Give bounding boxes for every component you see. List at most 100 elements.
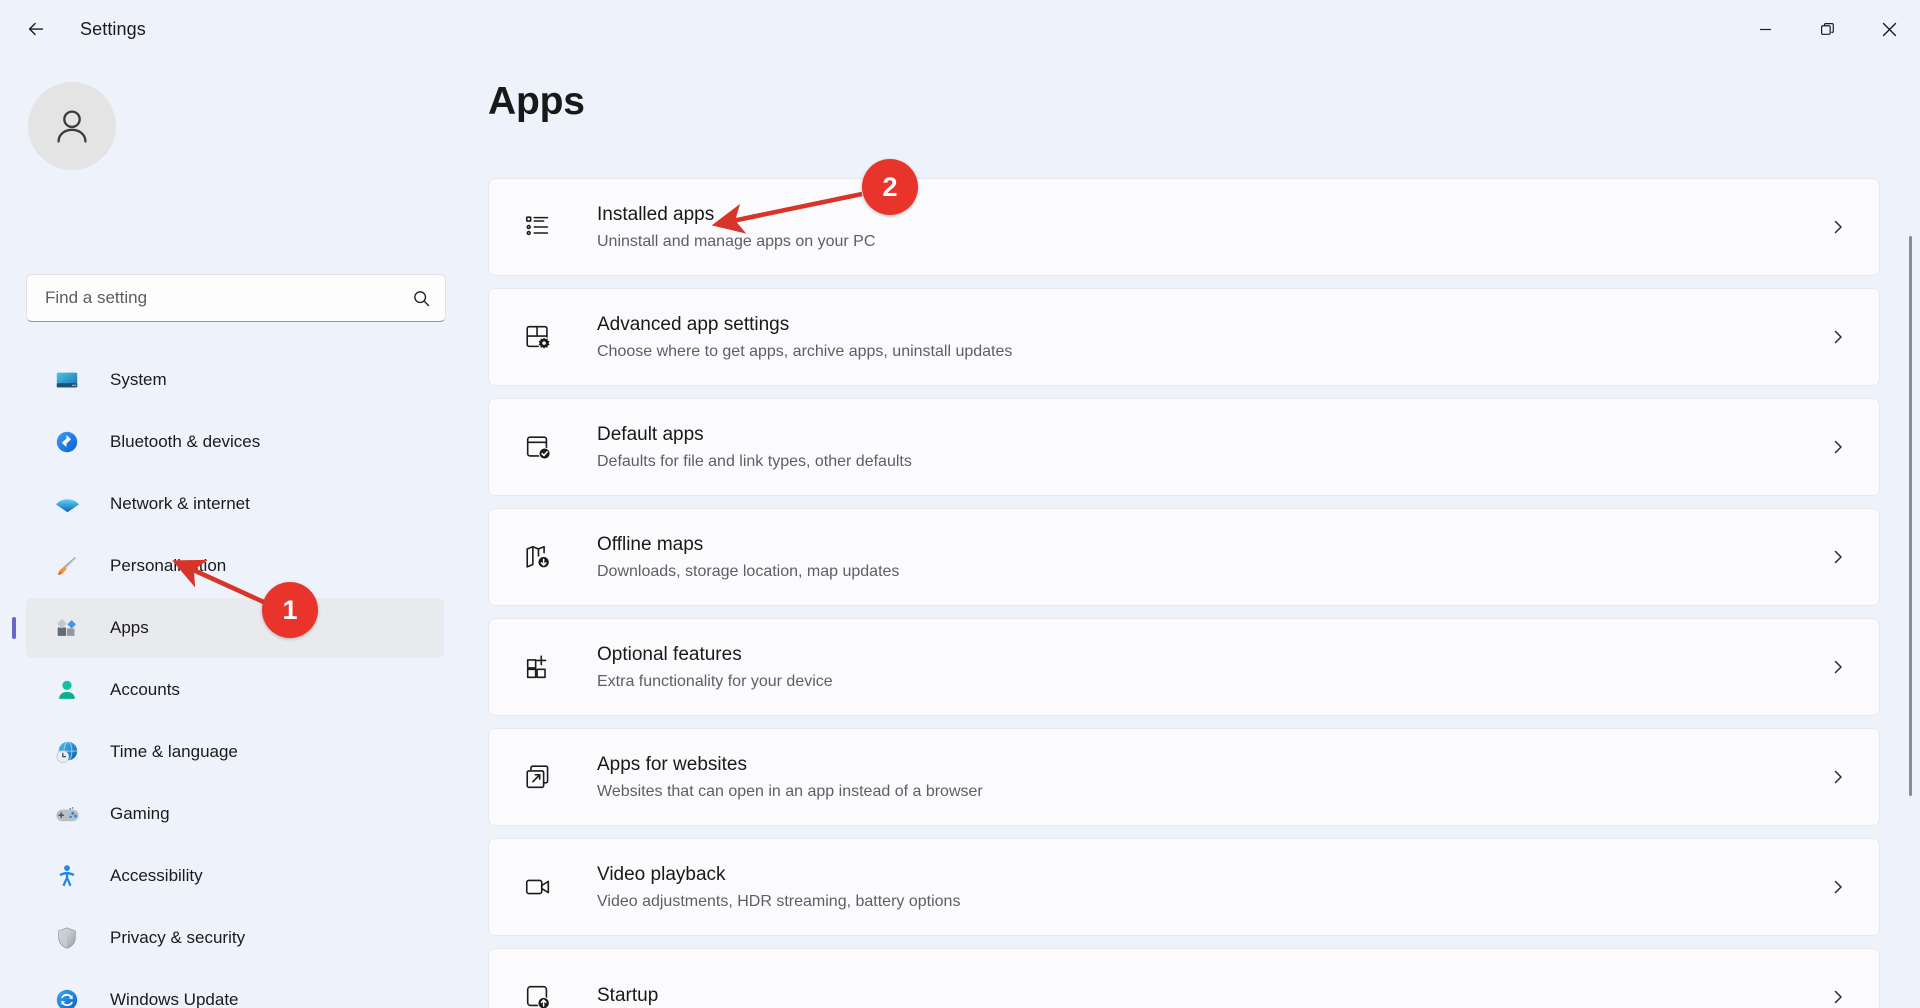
apps-for-websites-icon [521,760,555,794]
back-arrow-icon [28,22,44,36]
offline-maps-icon [521,540,555,574]
restore-icon [1820,22,1834,35]
scrollbar-thumb[interactable] [1908,236,1912,796]
row-startup[interactable]: Startup [488,948,1880,1008]
close-button[interactable] [1858,0,1920,58]
sidebar-item-label: Accounts [110,680,180,699]
row-offline-maps[interactable]: Offline maps Downloads, storage location… [488,508,1880,606]
sidebar-item-time-language[interactable]: Time & language [26,722,444,782]
search-field[interactable] [26,274,446,322]
system-monitor-icon [52,365,82,395]
sidebar-item-system[interactable]: System [26,350,444,410]
chevron-right-icon [1823,439,1853,455]
row-default-apps[interactable]: Default apps Defaults for file and link … [488,398,1880,496]
row-subtitle: Websites that can open in an app instead… [597,782,983,800]
search-icon [414,290,430,306]
globe-clock-icon [52,737,82,767]
row-text: Advanced app settings Choose where to ge… [597,312,1823,362]
row-installed-apps[interactable]: Installed apps Uninstall and manage apps… [488,178,1880,276]
row-title: Video playback [597,863,726,885]
sidebar-item-personalization[interactable]: Personalization [26,536,444,596]
bluetooth-icon [52,427,82,457]
row-optional-features[interactable]: Optional features Extra functionality fo… [488,618,1880,716]
sidebar-item-label: Bluetooth & devices [110,432,261,451]
accessibility-icon [52,861,82,891]
paintbrush-icon [52,551,82,581]
row-video-playback[interactable]: Video playback Video adjustments, HDR st… [488,838,1880,936]
advanced-app-settings-icon [521,320,555,354]
row-title: Apps for websites [597,753,747,775]
sidebar-nav: System Bluetooth & devices Network & int… [0,350,470,1008]
sidebar-item-label: Windows Update [110,990,239,1008]
content-scrollbar[interactable] [1904,236,1916,1008]
gamepad-icon [52,799,82,829]
row-text: Offline maps Downloads, storage location… [597,532,1823,582]
minimize-icon [1759,28,1771,30]
row-subtitle: Choose where to get apps, archive apps, … [597,342,1013,360]
row-text: Optional features Extra functionality fo… [597,642,1823,692]
window-controls [1734,0,1920,58]
row-text: Default apps Defaults for file and link … [597,422,1823,472]
update-refresh-icon [52,985,82,1008]
row-title: Optional features [597,643,742,665]
selection-indicator [12,617,16,639]
sidebar-item-label: Privacy & security [110,928,246,947]
sidebar-item-gaming[interactable]: Gaming [26,784,444,844]
video-camera-icon [521,870,555,904]
shield-icon [52,923,82,953]
sidebar: System Bluetooth & devices [0,58,470,1008]
chevron-right-icon [1823,879,1853,895]
startup-icon [521,980,555,1008]
account-person-icon [52,675,82,705]
default-apps-check-icon [521,430,555,464]
row-text: Video playback Video adjustments, HDR st… [597,862,1823,912]
row-subtitle: Defaults for file and link types, other … [597,452,912,470]
wifi-icon [52,489,82,519]
row-title: Offline maps [597,533,704,555]
sidebar-item-privacy-security[interactable]: Privacy & security [26,908,444,968]
sidebar-item-label: Gaming [110,804,170,823]
window-title: Settings [80,18,146,39]
sidebar-item-windows-update[interactable]: Windows Update [26,970,444,1008]
page-title: Apps [488,80,585,123]
row-subtitle: Uninstall and manage apps on your PC [597,232,876,250]
sidebar-item-apps[interactable]: Apps [12,598,444,658]
back-button[interactable] [14,10,58,48]
sidebar-item-accounts[interactable]: Accounts [26,660,444,720]
row-text: Apps for websites Websites that can open… [597,752,1823,802]
sidebar-item-label: Apps [110,618,149,637]
sidebar-item-network-internet[interactable]: Network & internet [26,474,444,534]
sidebar-item-label: System [110,370,167,389]
chevron-right-icon [1823,769,1853,785]
chevron-right-icon [1823,219,1853,235]
minimize-button[interactable] [1734,0,1796,58]
chevron-right-icon [1823,989,1853,1005]
sidebar-item-bluetooth-devices[interactable]: Bluetooth & devices [26,412,444,472]
row-title: Default apps [597,423,704,445]
user-avatar-icon [57,110,87,143]
row-advanced-app-settings[interactable]: Advanced app settings Choose where to ge… [488,288,1880,386]
row-title: Startup [597,984,659,1006]
restore-button[interactable] [1796,0,1858,58]
search-input[interactable] [45,288,412,308]
sidebar-item-accessibility[interactable]: Accessibility [26,846,444,906]
chevron-right-icon [1823,549,1853,565]
row-title: Installed apps [597,203,715,225]
title-bar: Settings [0,0,1920,58]
settings-card-list: Installed apps Uninstall and manage apps… [488,178,1880,1008]
chevron-right-icon [1823,659,1853,675]
row-title: Advanced app settings [597,313,790,335]
avatar[interactable] [28,82,116,170]
close-icon [1882,22,1896,36]
sidebar-item-label: Time & language [110,742,238,761]
optional-features-plus-icon [521,650,555,684]
settings-window: Settings Find a setting System Bluetooth… [0,0,1920,1008]
chevron-right-icon [1823,329,1853,345]
row-subtitle: Downloads, storage location, map updates [597,562,900,580]
apps-blocks-icon [52,613,82,643]
row-apps-for-websites[interactable]: Apps for websites Websites that can open… [488,728,1880,826]
sidebar-item-label: Network & internet [110,494,250,513]
main-content: Apps Installed apps Uninstall and manage… [470,58,1920,1008]
sidebar-item-label: Accessibility [110,866,203,885]
installed-apps-list-icon [521,210,555,244]
